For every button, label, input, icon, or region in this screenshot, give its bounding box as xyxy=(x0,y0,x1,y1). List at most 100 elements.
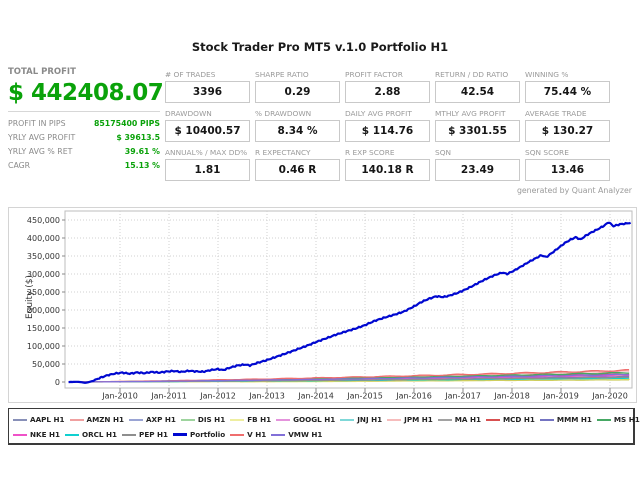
stat-drawdown: DRAWDOWN $ 10400.57 xyxy=(165,109,255,142)
stat-daily-avg-profit: DAILY AVG PROFIT $ 114.76 xyxy=(345,109,435,142)
legend-item-orcl-h1: ORCL H1 xyxy=(65,430,117,439)
legend-item-aapl-h1: AAPL H1 xyxy=(13,415,65,424)
legend-label: VMW H1 xyxy=(288,430,323,439)
legend-swatch-portfolio xyxy=(173,433,188,436)
y-tick-label: 50,000 xyxy=(32,360,60,369)
legend-label: MS H1 xyxy=(613,415,640,424)
stat-label: WINNING % xyxy=(525,70,569,79)
x-tick-label: Jan-2011 xyxy=(150,392,187,401)
profit-row-label: CAGR xyxy=(8,161,31,170)
profit-row-yrly-avg-profit: YRLY AVG PROFIT $ 39613.5 xyxy=(8,131,160,145)
stat-drawdown: % DRAWDOWN 8.34 % xyxy=(255,109,345,142)
stat-value-box: $ 130.27 xyxy=(525,120,610,142)
x-tick-label: Jan-2019 xyxy=(542,392,579,401)
y-tick-label: 350,000 xyxy=(27,252,60,261)
total-profit-panel: TOTAL PROFIT $ 442408.07 PROFIT IN PIPS 8… xyxy=(8,67,164,173)
legend-item-ms-h1: MS H1 xyxy=(596,415,640,424)
stat-average-trade: AVERAGE TRADE $ 130.27 xyxy=(525,109,615,142)
legend-swatch-jnj-h1 xyxy=(340,418,355,421)
x-tick-label: Jan-2015 xyxy=(346,392,383,401)
legend-swatch-amzn-h1 xyxy=(69,418,84,421)
legend-swatch-ma-h1 xyxy=(437,418,452,421)
legend-swatch-mmm-h1 xyxy=(539,418,554,421)
legend-swatch-axp-h1 xyxy=(128,418,143,421)
stat-value-box: 1.81 xyxy=(165,159,250,181)
watermark-text: generated by Quant Analyzer xyxy=(516,186,632,195)
stat-value-box: 0.46 R xyxy=(255,159,340,181)
legend-item-jnj-h1: JNJ H1 xyxy=(340,415,382,424)
profit-row-profit-in-pips: PROFIT IN PIPS 85175400 PIPS xyxy=(8,117,160,131)
legend-item-pep-h1: PEP H1 xyxy=(122,430,168,439)
stat-value-box: 23.49 xyxy=(435,159,520,181)
stat-label: SQN xyxy=(435,148,452,157)
y-tick-label: 0 xyxy=(55,378,60,387)
x-tick-label: Jan-2013 xyxy=(248,392,285,401)
stat-value-box: $ 114.76 xyxy=(345,120,430,142)
stat-label: PROFIT FACTOR xyxy=(345,70,403,79)
profit-row-label: YRLY AVG % RET xyxy=(8,147,73,156)
legend-item-jpm-h1: JPM H1 xyxy=(387,415,433,424)
legend-label: AAPL H1 xyxy=(30,415,65,424)
legend-swatch-nke-h1 xyxy=(13,433,27,436)
stat-label: R EXPECTANCY xyxy=(255,148,311,157)
plot-border xyxy=(64,210,633,389)
legend-item-mcd-h1: MCD H1 xyxy=(486,415,535,424)
legend-item-nke-h1: NKE H1 xyxy=(13,430,60,439)
x-tick-label: Jan-2018 xyxy=(493,392,530,401)
stats-grid: # OF TRADES 3396 SHARPE RATIO 0.29 PROFIT FA… xyxy=(165,70,635,184)
legend-swatch-fb-h1 xyxy=(230,418,245,421)
quant-analyzer-report: Stock Trader Pro MT5 v.1.0 Portfolio H1 … xyxy=(0,0,640,480)
legend-swatch-dis-h1 xyxy=(180,418,195,421)
profit-row-label: PROFIT IN PIPS xyxy=(8,119,66,128)
legend-swatch-jpm-h1 xyxy=(387,418,402,421)
divider xyxy=(8,111,160,112)
legend-swatch-v-h1 xyxy=(230,433,245,436)
legend-label: AMZN H1 xyxy=(86,415,124,424)
stat-winning: WINNING % 75.44 % xyxy=(525,70,615,103)
stat-sharpe-ratio: SHARPE RATIO 0.29 xyxy=(255,70,345,103)
stat-profit-factor: PROFIT FACTOR 2.88 xyxy=(345,70,435,103)
stat-value-box: 140.18 R xyxy=(345,159,430,181)
legend-item-vmw-h1: VMW H1 xyxy=(271,430,322,439)
equity-chart-svg: 050,000100,000150,000200,000250,000300,0… xyxy=(25,210,633,401)
profit-row-value: 85175400 PIPS xyxy=(93,119,160,128)
stat-r-expectancy: R EXPECTANCY 0.46 R xyxy=(255,148,345,181)
profit-row-cagr: CAGR 15.13 % xyxy=(8,159,160,173)
legend-label: MA H1 xyxy=(454,415,481,424)
stat-mthly-avg-profit: MTHLY AVG PROFIT $ 3301.55 xyxy=(435,109,525,142)
x-tick-label: Jan-2020 xyxy=(591,392,628,401)
stat-value-box: 42.54 xyxy=(435,81,520,103)
y-tick-label: 450,000 xyxy=(27,216,60,225)
legend-label: JNJ H1 xyxy=(357,415,383,424)
stat-of-trades: # OF TRADES 3396 xyxy=(165,70,255,103)
stat-value-box: 75.44 % xyxy=(525,81,610,103)
stat-r-exp-score: R EXP SCORE 140.18 R xyxy=(345,148,435,181)
legend-row: NKE H1 ORCL H1 PEP H1 Portfolio V H1 VMW H1 xyxy=(13,427,629,442)
stat-label: % DRAWDOWN xyxy=(255,109,312,118)
stat-label: SHARPE RATIO xyxy=(255,70,309,79)
chart-legend: AAPL H1 AMZN H1 AXP H1 DIS H1 FB H1 GOOGL H1 J… xyxy=(8,408,640,445)
legend-swatch-pep-h1 xyxy=(122,433,137,436)
x-tick-label: Jan-2017 xyxy=(444,392,481,401)
profit-detail-rows: PROFIT IN PIPS 85175400 PIPS YRLY AVG PROF… xyxy=(8,117,160,173)
stat-return-dd-ratio: RETURN / DD RATIO 42.54 xyxy=(435,70,525,103)
legend-item-v-h1: V H1 xyxy=(230,430,266,439)
legend-item-googl-h1: GOOGL H1 xyxy=(276,415,335,424)
stat-label: DAILY AVG PROFIT xyxy=(345,109,412,118)
legend-label: V H1 xyxy=(247,430,267,439)
stat-value-box: 2.88 xyxy=(345,81,430,103)
legend-label: MMM H1 xyxy=(556,415,592,424)
page-title: Stock Trader Pro MT5 v.1.0 Portfolio H1 xyxy=(191,40,449,54)
legend-row: AAPL H1 AMZN H1 AXP H1 DIS H1 FB H1 GOOGL H1 J… xyxy=(13,412,640,427)
stat-sqn: SQN 23.49 xyxy=(435,148,525,181)
stat-value-box: 8.34 % xyxy=(255,120,340,142)
legend-label: ORCL H1 xyxy=(82,430,118,439)
profit-row-yrly-avg-ret: YRLY AVG % RET 39.61 % xyxy=(8,145,160,159)
total-profit-value: $ 442408.07 xyxy=(8,80,164,106)
stat-sqn-score: SQN SCORE 13.46 xyxy=(525,148,615,181)
stat-value-box: 0.29 xyxy=(255,81,340,103)
stat-value-box: $ 10400.57 xyxy=(165,120,250,142)
legend-swatch-ms-h1 xyxy=(596,418,611,421)
legend-item-axp-h1: AXP H1 xyxy=(128,415,176,424)
stat-label: ANNUAL% / MAX DD% xyxy=(165,148,248,157)
